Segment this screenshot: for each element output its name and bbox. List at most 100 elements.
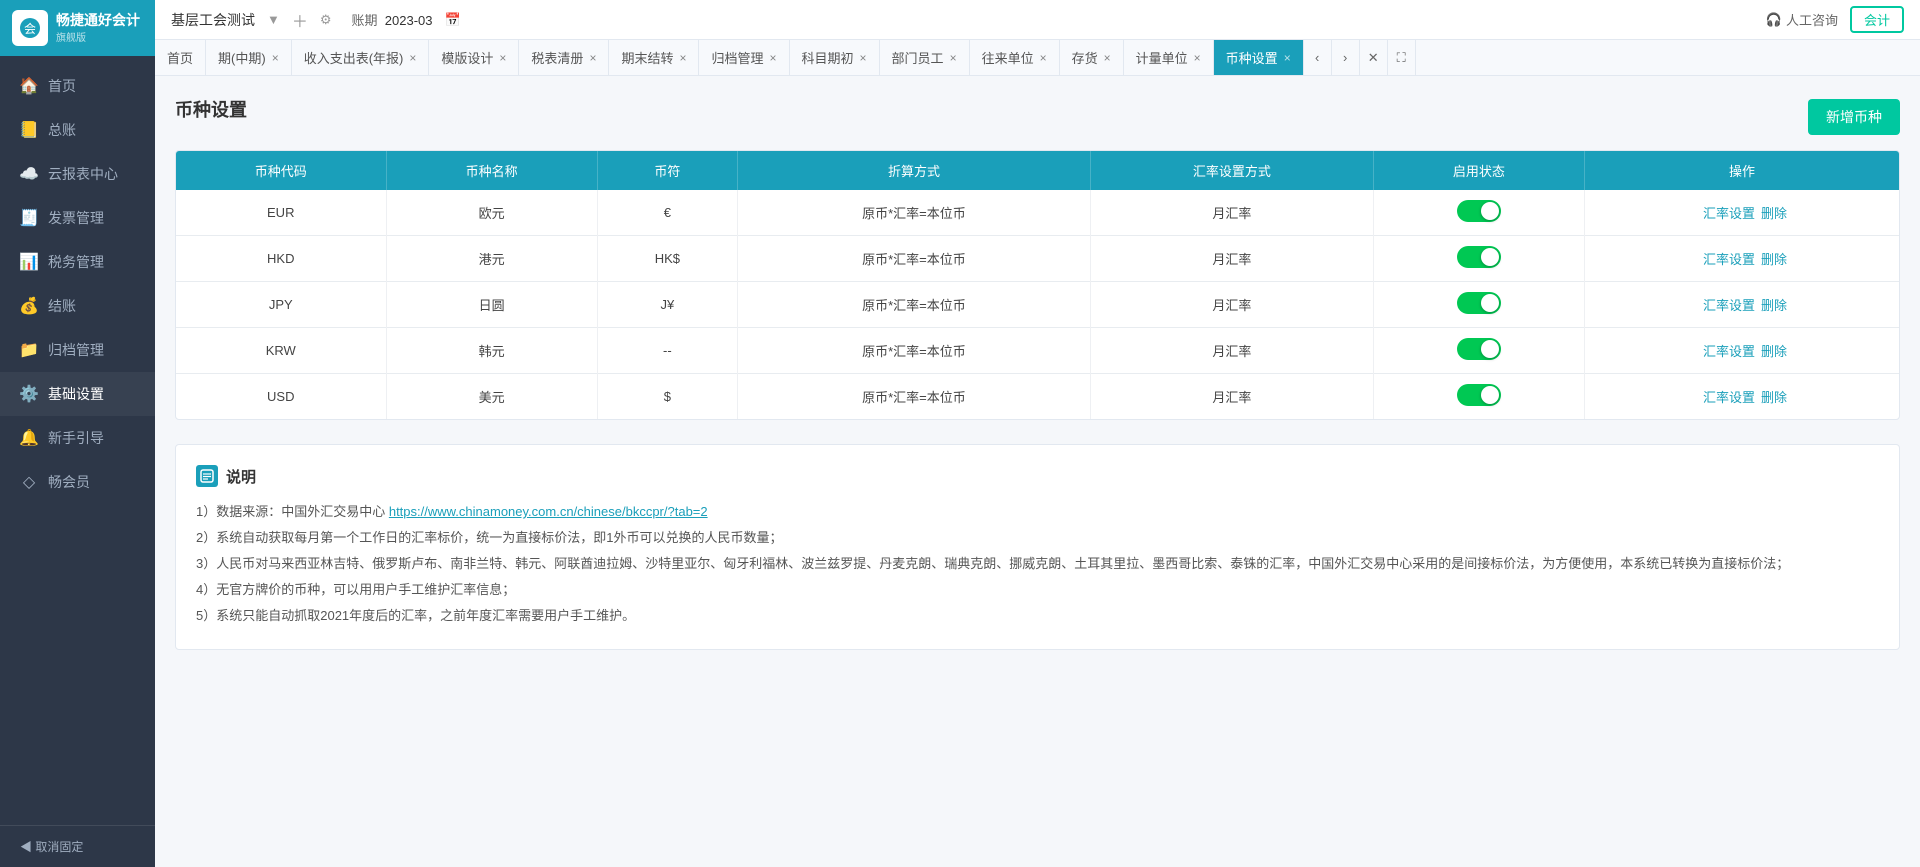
sidebar-item-member[interactable]: ◇畅会员	[0, 460, 155, 504]
calc-method: 原币*汇率=本位币	[737, 236, 1090, 282]
sidebar-label-settings: 基础设置	[48, 384, 104, 404]
enable-toggle-KRW[interactable]	[1457, 338, 1501, 360]
tab-close-dept[interactable]: ×	[950, 51, 957, 65]
sidebar-label-member: 畅会员	[48, 472, 90, 492]
tab-label-stock: 存货	[1072, 48, 1098, 67]
help-button[interactable]: 🎧 人工咨询	[1766, 10, 1838, 29]
period-value[interactable]: 2023-03	[385, 13, 433, 28]
col-header: 币种代码	[176, 151, 386, 190]
tab-taxclear[interactable]: 税表清册×	[519, 40, 609, 76]
tab-template[interactable]: 模版设计 ×	[429, 40, 519, 76]
delete-link-HKD[interactable]: 删除	[1761, 252, 1787, 267]
sidebar-item-home[interactable]: 🏠首页	[0, 64, 155, 108]
rate-setting-link-EUR[interactable]: 汇率设置	[1703, 206, 1755, 221]
tab-income[interactable]: 收入支出表(年报)×	[292, 40, 430, 76]
tab-currency[interactable]: 币种设置×	[1214, 40, 1304, 76]
rate-setting-link-HKD[interactable]: 汇率设置	[1703, 252, 1755, 267]
guide-icon: 🔔	[20, 429, 38, 447]
tab-close-income[interactable]: ×	[409, 51, 416, 65]
rate-setting-link-JPY[interactable]: 汇率设置	[1703, 298, 1755, 313]
calc-method: 原币*汇率=本位币	[737, 190, 1090, 236]
rate-setting-link-USD[interactable]: 汇率设置	[1703, 390, 1755, 405]
tab-close-period[interactable]: ×	[272, 51, 279, 65]
row-actions: 汇率设置删除	[1585, 328, 1899, 374]
company-dropdown-icon[interactable]: ▼	[267, 12, 280, 27]
tab-archivemgr[interactable]: 归档管理×	[699, 40, 789, 76]
rate-method: 月汇率	[1091, 190, 1374, 236]
col-header: 汇率设置方式	[1091, 151, 1374, 190]
tab-stock[interactable]: 存货 ×	[1060, 40, 1124, 76]
enable-toggle-JPY[interactable]	[1457, 292, 1501, 314]
rate-setting-link-KRW[interactable]: 汇率设置	[1703, 344, 1755, 359]
sidebar-item-settings[interactable]: ⚙️基础设置	[0, 372, 155, 416]
tab-label-template: 模版设计	[441, 48, 493, 67]
new-currency-button[interactable]: 新增币种	[1808, 99, 1900, 135]
settings-icon[interactable]: ⚙	[320, 12, 332, 28]
tab-periodend[interactable]: 期末结转 ×	[609, 40, 699, 76]
currency-name: 日圆	[386, 282, 597, 328]
delete-link-JPY[interactable]: 删除	[1761, 298, 1787, 313]
currency-symbol: €	[597, 190, 737, 236]
tab-close-company[interactable]: ×	[1040, 51, 1047, 65]
notes-title: 说明	[196, 465, 1879, 487]
notes-icon	[196, 465, 218, 487]
sidebar-item-ledger[interactable]: 📒总账	[0, 108, 155, 152]
app-name: 畅捷通好会计	[56, 12, 140, 29]
tab-close-subject[interactable]: ×	[860, 51, 867, 65]
topbar-right: 🎧 人工咨询 会计	[1766, 6, 1904, 33]
table-row: JPY日圆J¥原币*汇率=本位币月汇率汇率设置删除	[176, 282, 1899, 328]
tab-close-all-button[interactable]: ✕	[1360, 40, 1388, 76]
tab-label-home: 首页	[167, 48, 193, 67]
sidebar-item-tax[interactable]: 📊税务管理	[0, 240, 155, 284]
tab-company[interactable]: 往来单位 ×	[970, 40, 1060, 76]
sidebar-item-archive[interactable]: 📁归档管理	[0, 328, 155, 372]
tab-close-template[interactable]: ×	[499, 51, 506, 65]
page-content: 币种设置 新增币种 币种代码币种名称币符折算方式汇率设置方式启用状态操作 EUR…	[155, 76, 1920, 867]
currency-table: 币种代码币种名称币符折算方式汇率设置方式启用状态操作 EUR欧元€原币*汇率=本…	[176, 151, 1899, 419]
enable-toggle-HKD[interactable]	[1457, 246, 1501, 268]
add-tab-button[interactable]: ＋	[292, 8, 308, 32]
currency-name: 欧元	[386, 190, 597, 236]
enabled-status	[1373, 282, 1584, 328]
tab-close-stock[interactable]: ×	[1104, 51, 1111, 65]
enable-toggle-USD[interactable]	[1457, 384, 1501, 406]
sidebar-item-checkout[interactable]: 💰结账	[0, 284, 155, 328]
tab-subject[interactable]: 科目期初×	[790, 40, 880, 76]
tab-home[interactable]: 首页	[155, 40, 206, 76]
sidebar-item-invoice[interactable]: 🧾发票管理	[0, 196, 155, 240]
archive-icon: 📁	[20, 341, 38, 359]
tab-period[interactable]: ‍‍‌期(中期)×	[206, 40, 292, 76]
tax-icon: 📊	[20, 253, 38, 271]
table-row: EUR欧元€原币*汇率=本位币月汇率汇率设置删除	[176, 190, 1899, 236]
tab-close-unit[interactable]: ×	[1194, 51, 1201, 65]
tab-maximize-button[interactable]: ⛶	[1388, 40, 1416, 76]
tab-close-archivemgr[interactable]: ×	[770, 51, 777, 65]
sidebar-pin-toggle[interactable]: ◀ 取消固定	[0, 825, 155, 867]
chinamoney-link[interactable]: https://www.chinamoney.com.cn/chinese/bk…	[389, 504, 708, 519]
delete-link-EUR[interactable]: 删除	[1761, 206, 1787, 221]
tab-dept[interactable]: 部门员工×	[880, 40, 970, 76]
row-actions: 汇率设置删除	[1585, 282, 1899, 328]
tab-label-company: 往来单位	[982, 48, 1034, 67]
tab-unit[interactable]: 计量单位×	[1124, 40, 1214, 76]
enable-toggle-EUR[interactable]	[1457, 200, 1501, 222]
invoice-icon: 🧾	[20, 209, 38, 227]
tab-prev-button[interactable]: ‹	[1304, 40, 1332, 76]
rate-method: 月汇率	[1091, 374, 1374, 420]
currency-table-wrapper: 币种代码币种名称币符折算方式汇率设置方式启用状态操作 EUR欧元€原币*汇率=本…	[175, 150, 1900, 420]
delete-link-KRW[interactable]: 删除	[1761, 344, 1787, 359]
currency-symbol: HK$	[597, 236, 737, 282]
sidebar-item-guide[interactable]: 🔔新手引导	[0, 416, 155, 460]
delete-link-USD[interactable]: 删除	[1761, 390, 1787, 405]
tab-close-taxclear[interactable]: ×	[589, 51, 596, 65]
user-role-button[interactable]: 会计	[1850, 6, 1904, 33]
tab-close-periodend[interactable]: ×	[679, 51, 686, 65]
page-title: 币种设置	[175, 96, 247, 122]
currency-code: KRW	[176, 328, 386, 374]
sidebar-item-reports[interactable]: ☁️云报表中心	[0, 152, 155, 196]
calendar-icon[interactable]: 📅	[445, 12, 461, 28]
tab-close-currency[interactable]: ×	[1284, 51, 1291, 65]
tab-next-button[interactable]: ›	[1332, 40, 1360, 76]
calc-method: 原币*汇率=本位币	[737, 374, 1090, 420]
tab-label-periodend: 期末结转	[621, 48, 673, 67]
